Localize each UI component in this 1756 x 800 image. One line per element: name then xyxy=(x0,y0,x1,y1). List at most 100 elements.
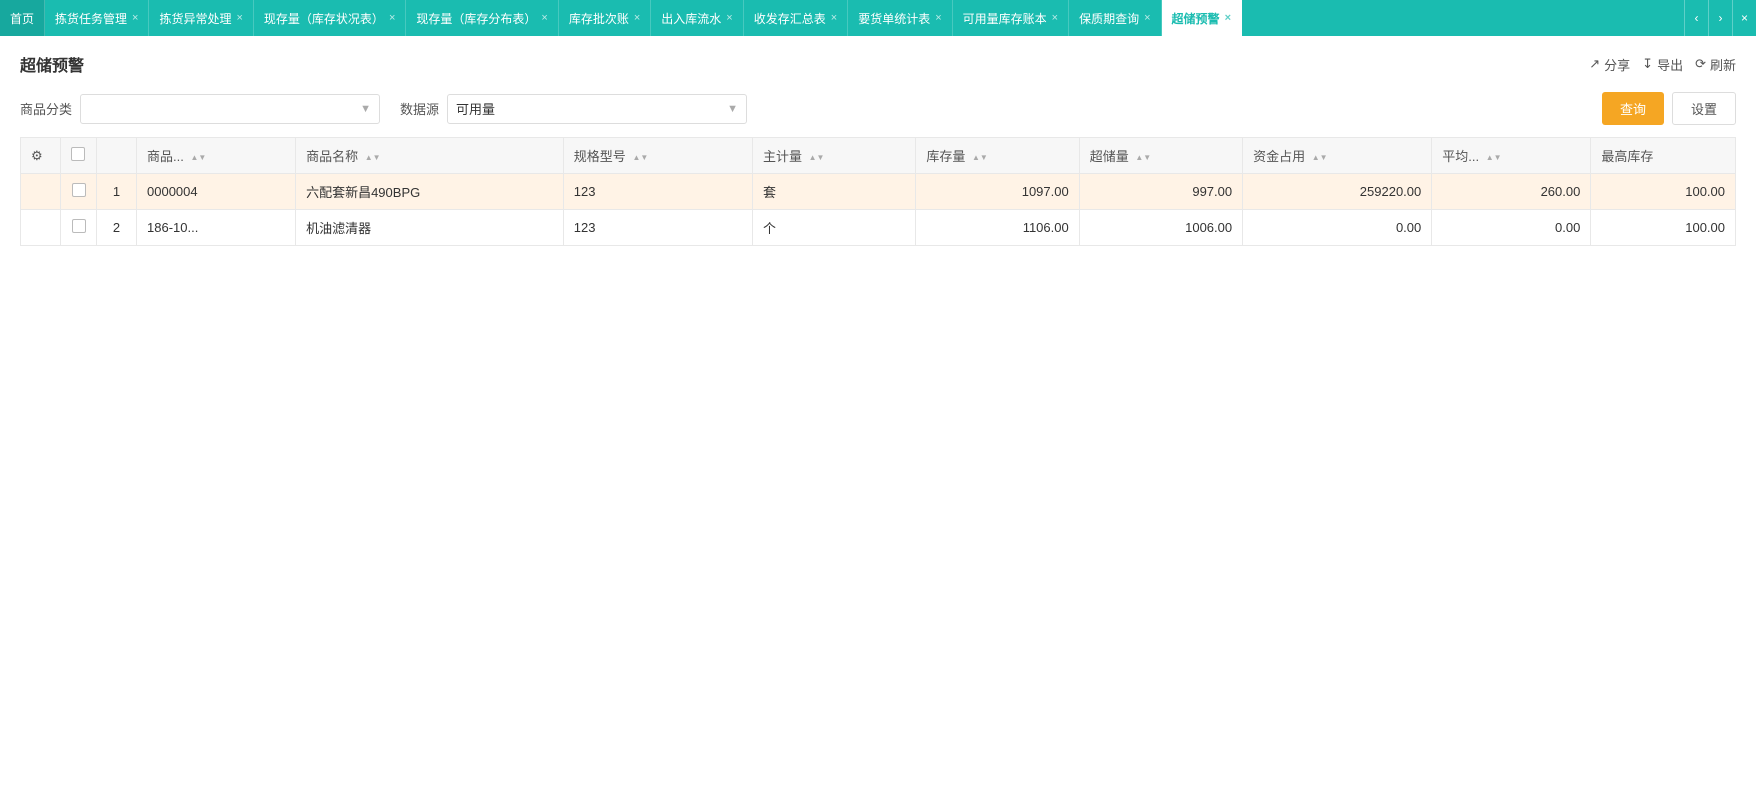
sort-arrows-product-name: ▲▼ xyxy=(365,154,381,162)
row-gear-cell xyxy=(21,210,61,246)
sort-arrows-spec: ▲▼ xyxy=(632,154,648,162)
row-checkbox[interactable] xyxy=(72,219,86,233)
share-icon: ↗ xyxy=(1589,56,1600,72)
tab-label: 拣货异常处理 xyxy=(159,10,231,27)
row-overstock: 1006.00 xyxy=(1079,210,1242,246)
th-checkbox[interactable] xyxy=(61,138,97,174)
export-label: 导出 xyxy=(1657,55,1683,74)
row-avg: 260.00 xyxy=(1432,174,1591,210)
th-spec[interactable]: 规格型号 ▲▼ xyxy=(563,138,752,174)
row-checkbox[interactable] xyxy=(72,183,86,197)
tab-label: 现存量（库存分布表） xyxy=(416,10,536,27)
row-spec: 123 xyxy=(563,174,752,210)
row-unit: 个 xyxy=(752,210,915,246)
tab-label: 超储预警 xyxy=(1172,10,1220,27)
select-all-checkbox[interactable] xyxy=(71,147,85,161)
nav-arrows: ‹ › × xyxy=(1684,0,1756,36)
tab-close-batch[interactable]: × xyxy=(634,12,640,24)
page-content: 超储预警 ↗ 分享 ↧ 导出 ⟳ 刷新 商品分类 ▼ 数据源 xyxy=(0,36,1756,262)
nav-arrow-right[interactable]: › xyxy=(1708,0,1732,36)
nav-arrow-close[interactable]: × xyxy=(1732,0,1756,36)
filter-row: 商品分类 ▼ 数据源 可用量 ▼ 查询 设置 xyxy=(20,92,1736,125)
th-capital[interactable]: 资金占用 ▲▼ xyxy=(1243,138,1432,174)
th-capital-label: 资金占用 xyxy=(1253,149,1305,164)
nav-tab-recv[interactable]: 收发存汇总表 × xyxy=(744,0,848,36)
nav-tab-inout[interactable]: 出入库流水 × xyxy=(651,0,743,36)
th-unit[interactable]: 主计量 ▲▼ xyxy=(752,138,915,174)
filter-buttons: 查询 设置 xyxy=(1602,92,1736,125)
tab-close-inout[interactable]: × xyxy=(726,12,732,24)
row-product-code: 0000004 xyxy=(137,174,296,210)
th-unit-label: 主计量 xyxy=(763,149,802,164)
th-stock[interactable]: 库存量 ▲▼ xyxy=(916,138,1079,174)
th-avg-label: 平均... xyxy=(1442,149,1479,164)
th-product-name[interactable]: 商品名称 ▲▼ xyxy=(296,138,564,174)
header-actions: ↗ 分享 ↧ 导出 ⟳ 刷新 xyxy=(1589,55,1736,74)
sort-arrows-product-code: ▲▼ xyxy=(190,154,206,162)
share-button[interactable]: ↗ 分享 xyxy=(1589,55,1630,74)
th-max-stock[interactable]: 最高库存 xyxy=(1591,138,1736,174)
nav-tab-task-mgmt[interactable]: 拣货任务管理 × xyxy=(45,0,149,36)
tab-label: 库存批次账 xyxy=(569,10,629,27)
th-overstock-label: 超储量 xyxy=(1090,149,1129,164)
gear-icon: ⚙ xyxy=(31,148,43,163)
data-table: ⚙ 商品... ▲▼ 商品名称 ▲▼ 规格型号 ▲▼ xyxy=(20,137,1736,246)
export-button[interactable]: ↧ 导出 xyxy=(1642,55,1683,74)
nav-tab-abnormal[interactable]: 拣货异常处理 × xyxy=(149,0,253,36)
nav-tab-stock-dist[interactable]: 现存量（库存分布表） × xyxy=(406,0,558,36)
th-max-stock-label: 最高库存 xyxy=(1601,149,1653,164)
sort-arrows-avg: ▲▼ xyxy=(1486,154,1502,162)
tab-close-avail-stock[interactable]: × xyxy=(1052,12,1058,24)
row-capital: 0.00 xyxy=(1243,210,1432,246)
row-stock: 1106.00 xyxy=(916,210,1079,246)
category-label: 商品分类 xyxy=(20,99,72,118)
nav-tab-home[interactable]: 首页 xyxy=(0,0,45,36)
tab-label: 出入库流水 xyxy=(661,10,721,27)
nav-tab-stock-status[interactable]: 现存量（库存状况表） × xyxy=(254,0,406,36)
nav-arrow-left[interactable]: ‹ xyxy=(1684,0,1708,36)
table-row: 1 0000004 六配套新昌490BPG 123 套 1097.00 997.… xyxy=(21,174,1736,210)
settings-button[interactable]: 设置 xyxy=(1672,92,1736,125)
tab-close-stock-status[interactable]: × xyxy=(389,12,395,24)
refresh-button[interactable]: ⟳ 刷新 xyxy=(1695,55,1736,74)
nav-tab-avail-stock[interactable]: 可用量库存账本 × xyxy=(953,0,1069,36)
category-select[interactable]: ▼ xyxy=(80,94,380,124)
query-button[interactable]: 查询 xyxy=(1602,92,1664,125)
tab-close-abnormal[interactable]: × xyxy=(236,12,242,24)
row-product-code: 186-10... xyxy=(137,210,296,246)
tab-close-stock-dist[interactable]: × xyxy=(541,12,547,24)
export-icon: ↧ xyxy=(1642,56,1653,72)
page-title: 超储预警 xyxy=(20,52,84,76)
filter-category: 商品分类 ▼ xyxy=(20,94,380,124)
nav-tab-quality[interactable]: 保质期查询 × xyxy=(1069,0,1161,36)
th-overstock[interactable]: 超储量 ▲▼ xyxy=(1079,138,1242,174)
sort-arrows-overstock: ▲▼ xyxy=(1135,154,1151,162)
nav-tab-overstock[interactable]: 超储预警 × xyxy=(1162,0,1242,36)
th-gear[interactable]: ⚙ xyxy=(21,138,61,174)
tab-close-order-stat[interactable]: × xyxy=(935,12,941,24)
row-capital: 259220.00 xyxy=(1243,174,1432,210)
tab-close-quality[interactable]: × xyxy=(1144,12,1150,24)
datasource-select[interactable]: 可用量 ▼ xyxy=(447,94,747,124)
th-product-code-label: 商品... xyxy=(147,149,184,164)
tab-label: 可用量库存账本 xyxy=(963,10,1047,27)
refresh-icon: ⟳ xyxy=(1695,56,1706,72)
tab-close-overstock[interactable]: × xyxy=(1225,12,1231,24)
sort-arrows-unit: ▲▼ xyxy=(809,154,825,162)
th-spec-label: 规格型号 xyxy=(574,149,626,164)
row-max-stock: 100.00 xyxy=(1591,174,1736,210)
row-overstock: 997.00 xyxy=(1079,174,1242,210)
row-avg: 0.00 xyxy=(1432,210,1591,246)
tab-close-recv[interactable]: × xyxy=(831,12,837,24)
th-avg[interactable]: 平均... ▲▼ xyxy=(1432,138,1591,174)
tab-label: 拣货任务管理 xyxy=(55,10,127,27)
row-checkbox-cell[interactable] xyxy=(61,174,97,210)
nav-tab-batch[interactable]: 库存批次账 × xyxy=(559,0,651,36)
tab-label: 要货单统计表 xyxy=(858,10,930,27)
row-checkbox-cell[interactable] xyxy=(61,210,97,246)
th-product-code[interactable]: 商品... ▲▼ xyxy=(137,138,296,174)
tab-close-task-mgmt[interactable]: × xyxy=(132,12,138,24)
row-stock: 1097.00 xyxy=(916,174,1079,210)
row-unit: 套 xyxy=(752,174,915,210)
nav-tab-order-stat[interactable]: 要货单统计表 × xyxy=(848,0,952,36)
